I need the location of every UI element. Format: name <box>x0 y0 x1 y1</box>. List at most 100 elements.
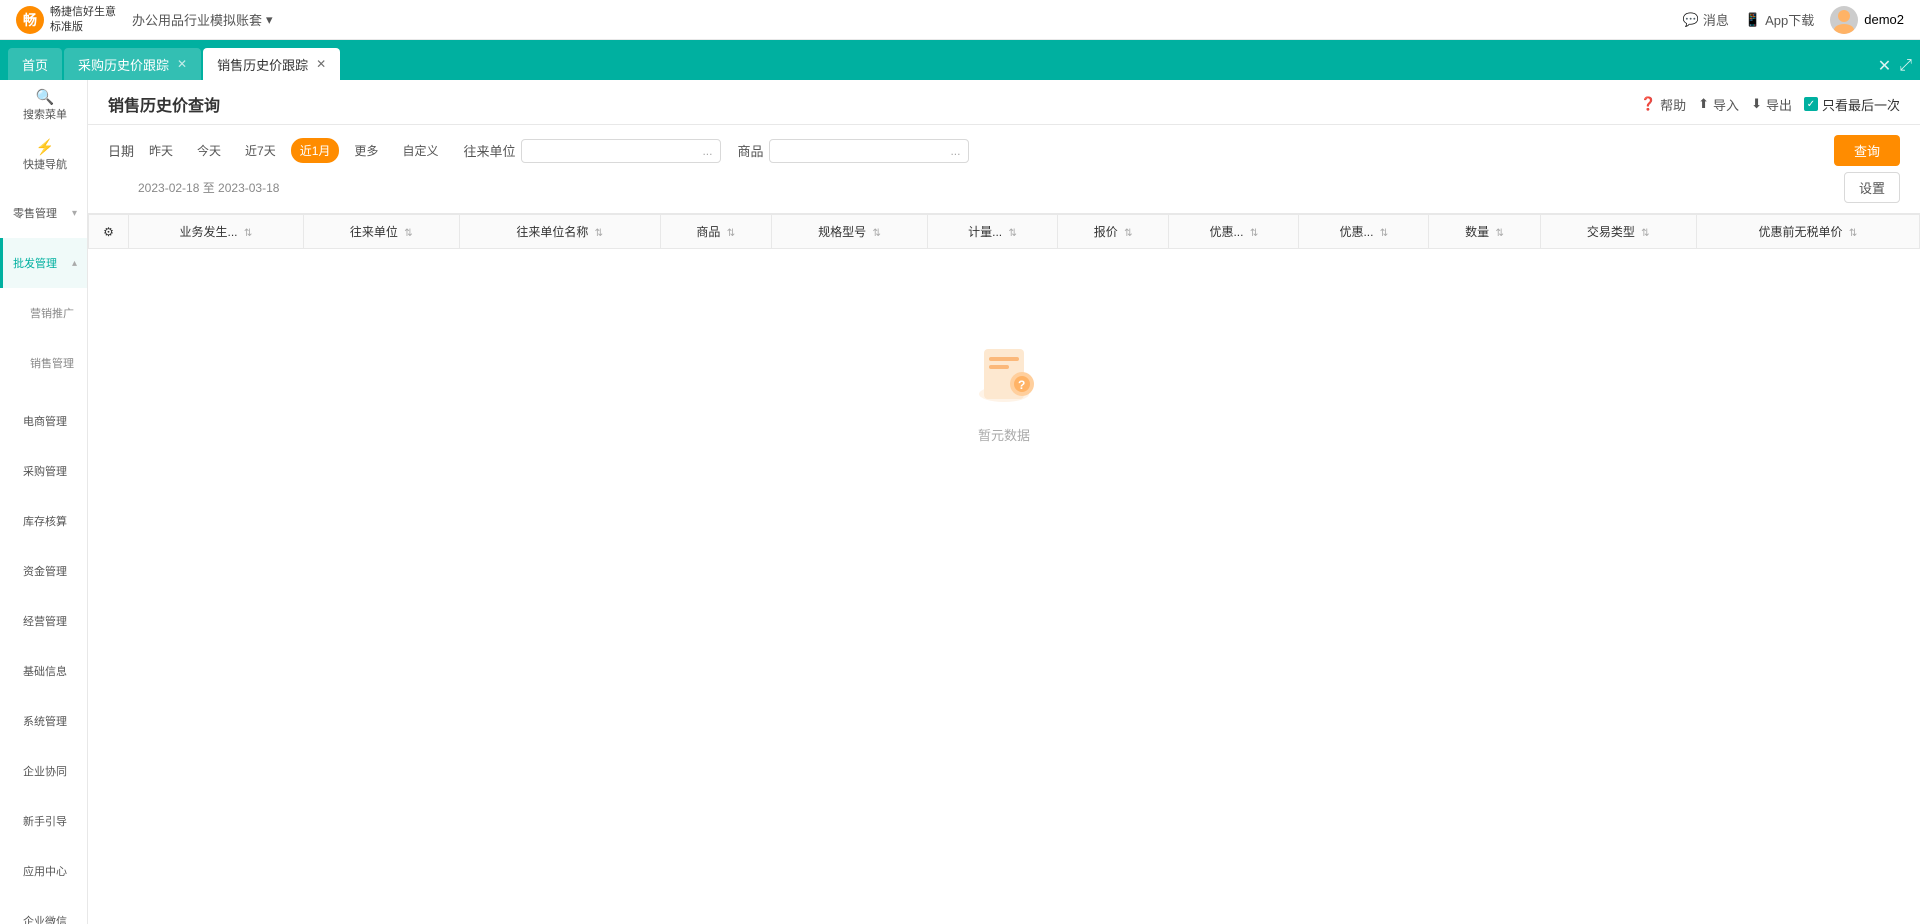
top-bar: 畅 畅捷信好生意 标准版 办公用品行业模拟账套 ▾ 💬 消息 📱 App下载 d… <box>0 0 1920 40</box>
top-bar-left: 畅 畅捷信好生意 标准版 办公用品行业模拟账套 ▾ <box>16 5 281 34</box>
sort-icon: ⇅ <box>1495 228 1503 239</box>
date-range-display: 2023-02-18 至 2023-03-18 <box>138 179 279 196</box>
sidebar: 🔍 搜索菜单 ⚡ 快捷导航 零售管理 ▾ 批发管理 ▴ 营销推广 销售管理 电商… <box>0 80 88 924</box>
tab-home[interactable]: 首页 <box>8 48 62 80</box>
sidebar-item-ecommerce[interactable]: 电商管理 <box>0 396 87 446</box>
sort-icon: ⇅ <box>1008 228 1016 239</box>
sort-icon: ⇅ <box>727 228 735 239</box>
tab-purchase-history[interactable]: 采购历史价跟踪 ✕ <box>64 48 201 80</box>
sidebar-item-wholesale[interactable]: 批发管理 ▴ <box>0 238 87 288</box>
table-area: ⚙ 业务发生... ⇅ 往来单位 ⇅ 往来单位名称 ⇅ <box>88 214 1920 924</box>
setting-button[interactable]: 设置 <box>1844 172 1900 203</box>
product-filter-group: 商品 ... <box>737 139 969 163</box>
filter-actions: 查询 <box>1834 135 1900 166</box>
product-input[interactable]: ... <box>769 139 969 163</box>
sidebar-item-purchase[interactable]: 采购管理 <box>0 446 87 496</box>
main-layout: 🔍 搜索菜单 ⚡ 快捷导航 零售管理 ▾ 批发管理 ▴ 营销推广 销售管理 电商… <box>0 80 1920 924</box>
date-btn-custom[interactable]: 自定义 <box>393 138 447 163</box>
counterparty-input[interactable]: ... <box>521 139 721 163</box>
sort-icon: ⇅ <box>1250 228 1258 239</box>
sort-icon: ⇅ <box>872 228 880 239</box>
gear-icon: ⚙ <box>103 225 114 239</box>
sidebar-item-shortcuts[interactable]: ⚡ 快捷导航 <box>0 130 87 180</box>
date-btn-yesterday[interactable]: 昨天 <box>140 138 182 163</box>
sort-icon: ⇅ <box>595 228 603 239</box>
counterparty-label: 往来单位 <box>463 141 515 160</box>
page-header: 销售历史价查询 ❓ 帮助 ⬆ 导入 ⬇ 导出 ✓ 只 <box>88 80 1920 125</box>
counterparty-filter-group: 往来单位 ... <box>463 139 721 163</box>
date-filter-label: 日期 <box>108 141 134 160</box>
tab-sales-history-close[interactable]: ✕ <box>316 57 326 71</box>
message-button[interactable]: 💬 消息 <box>1683 10 1729 29</box>
sidebar-item-marketing[interactable]: 营销推广 <box>0 288 87 338</box>
sort-icon: ⇅ <box>1849 228 1857 239</box>
sidebar-item-enterprise-collab[interactable]: 企业协同 <box>0 746 87 796</box>
table-col-trade-type[interactable]: 交易类型 ⇅ <box>1540 215 1696 249</box>
sort-icon: ⇅ <box>1124 228 1132 239</box>
filter-row-2: 2023-02-18 至 2023-03-18 设置 <box>108 172 1900 203</box>
table-col-quoted-price[interactable]: 报价 ⇅ <box>1058 215 1169 249</box>
table-col-counterparty[interactable]: 往来单位 ⇅ <box>303 215 459 249</box>
top-bar-right: 💬 消息 📱 App下载 demo2 <box>1683 6 1904 34</box>
date-btn-7days[interactable]: 近7天 <box>236 138 285 163</box>
shortcut-icon: ⚡ <box>36 138 55 156</box>
chevron-up-icon: ▴ <box>72 258 77 269</box>
logo-text: 畅捷信好生意 标准版 <box>50 5 116 34</box>
app-selector[interactable]: 办公用品行业模拟账套 ▾ <box>124 6 281 33</box>
sidebar-item-inventory[interactable]: 库存核算 <box>0 496 87 546</box>
chevron-down-icon: ▾ <box>266 12 273 28</box>
table-col-product[interactable]: 商品 ⇅ <box>660 215 771 249</box>
help-button[interactable]: ❓ 帮助 <box>1640 95 1686 114</box>
query-button[interactable]: 查询 <box>1834 135 1900 166</box>
table-col-gear[interactable]: ⚙ <box>89 215 129 249</box>
sidebar-item-app-center[interactable]: 应用中心 <box>0 846 87 896</box>
import-icon: ⬆ <box>1698 96 1709 112</box>
sidebar-item-finance[interactable]: 资金管理 <box>0 546 87 596</box>
export-button[interactable]: ⬇ 导出 <box>1751 95 1792 114</box>
table-col-discount2[interactable]: 优惠... ⇅ <box>1299 215 1429 249</box>
chevron-down-icon: ▾ <box>72 208 77 219</box>
table-col-biz-date[interactable]: 业务发生... ⇅ <box>129 215 304 249</box>
data-table: ⚙ 业务发生... ⇅ 往来单位 ⇅ 往来单位名称 ⇅ <box>88 214 1920 249</box>
sort-icon: ⇅ <box>1380 228 1388 239</box>
table-col-discount1[interactable]: 优惠... ⇅ <box>1169 215 1299 249</box>
table-col-spec[interactable]: 规格型号 ⇅ <box>771 215 927 249</box>
sidebar-item-operations[interactable]: 经营管理 <box>0 596 87 646</box>
sidebar-item-search[interactable]: 🔍 搜索菜单 <box>0 80 87 130</box>
filter-row-1: 日期 昨天 今天 近7天 近1月 更多 自定义 往来单位 ... 商品 <box>108 135 1900 166</box>
only-last-checkbox[interactable]: ✓ 只看最后一次 <box>1804 95 1900 114</box>
sidebar-item-new-guide[interactable]: 新手引导 <box>0 796 87 846</box>
sidebar-item-retail[interactable]: 零售管理 ▾ <box>0 188 87 238</box>
date-btn-more[interactable]: 更多 <box>345 138 387 163</box>
svg-text:?: ? <box>1018 378 1025 392</box>
user-area[interactable]: demo2 <box>1830 6 1904 34</box>
search-icon: 🔍 <box>36 88 55 106</box>
sidebar-item-basic-info[interactable]: 基础信息 <box>0 646 87 696</box>
app-download-button[interactable]: 📱 App下载 <box>1745 10 1814 29</box>
sort-icon: ⇅ <box>1641 228 1649 239</box>
sidebar-item-enterprise-wechat[interactable]: 企业微信 <box>0 896 87 924</box>
export-icon: ⬇ <box>1751 96 1762 112</box>
date-btn-today[interactable]: 今天 <box>188 138 230 163</box>
import-button[interactable]: ⬆ 导入 <box>1698 95 1739 114</box>
table-col-quantity[interactable]: 数量 ⇅ <box>1429 215 1540 249</box>
checkbox-icon: ✓ <box>1804 97 1818 111</box>
sort-icon: ⇅ <box>404 228 412 239</box>
content-area: 销售历史价查询 ❓ 帮助 ⬆ 导入 ⬇ 导出 ✓ 只 <box>88 80 1920 924</box>
tab-sales-history[interactable]: 销售历史价跟踪 ✕ <box>203 48 340 80</box>
table-col-pretax-price[interactable]: 优惠前无税单价 ⇅ <box>1696 215 1919 249</box>
tab-maximize-button[interactable]: ⤢ <box>1899 57 1912 75</box>
tab-close-all-button[interactable]: ✕ <box>1878 56 1891 76</box>
date-btn-1month[interactable]: 近1月 <box>291 138 340 163</box>
message-icon: 💬 <box>1683 12 1699 28</box>
avatar <box>1830 6 1858 34</box>
sort-icon: ⇅ <box>244 228 252 239</box>
table-col-counterparty-name[interactable]: 往来单位名称 ⇅ <box>459 215 660 249</box>
sidebar-item-system[interactable]: 系统管理 <box>0 696 87 746</box>
table-col-unit[interactable]: 计量... ⇅ <box>928 215 1058 249</box>
sidebar-item-sales-mgmt[interactable]: 销售管理 <box>0 338 87 388</box>
date-filter-group: 日期 昨天 今天 近7天 近1月 更多 自定义 <box>108 138 447 163</box>
empty-text: 暂元数据 <box>978 425 1030 444</box>
tab-purchase-history-close[interactable]: ✕ <box>177 57 187 71</box>
tab-bar-actions: ✕ ⤢ <box>1878 56 1912 80</box>
